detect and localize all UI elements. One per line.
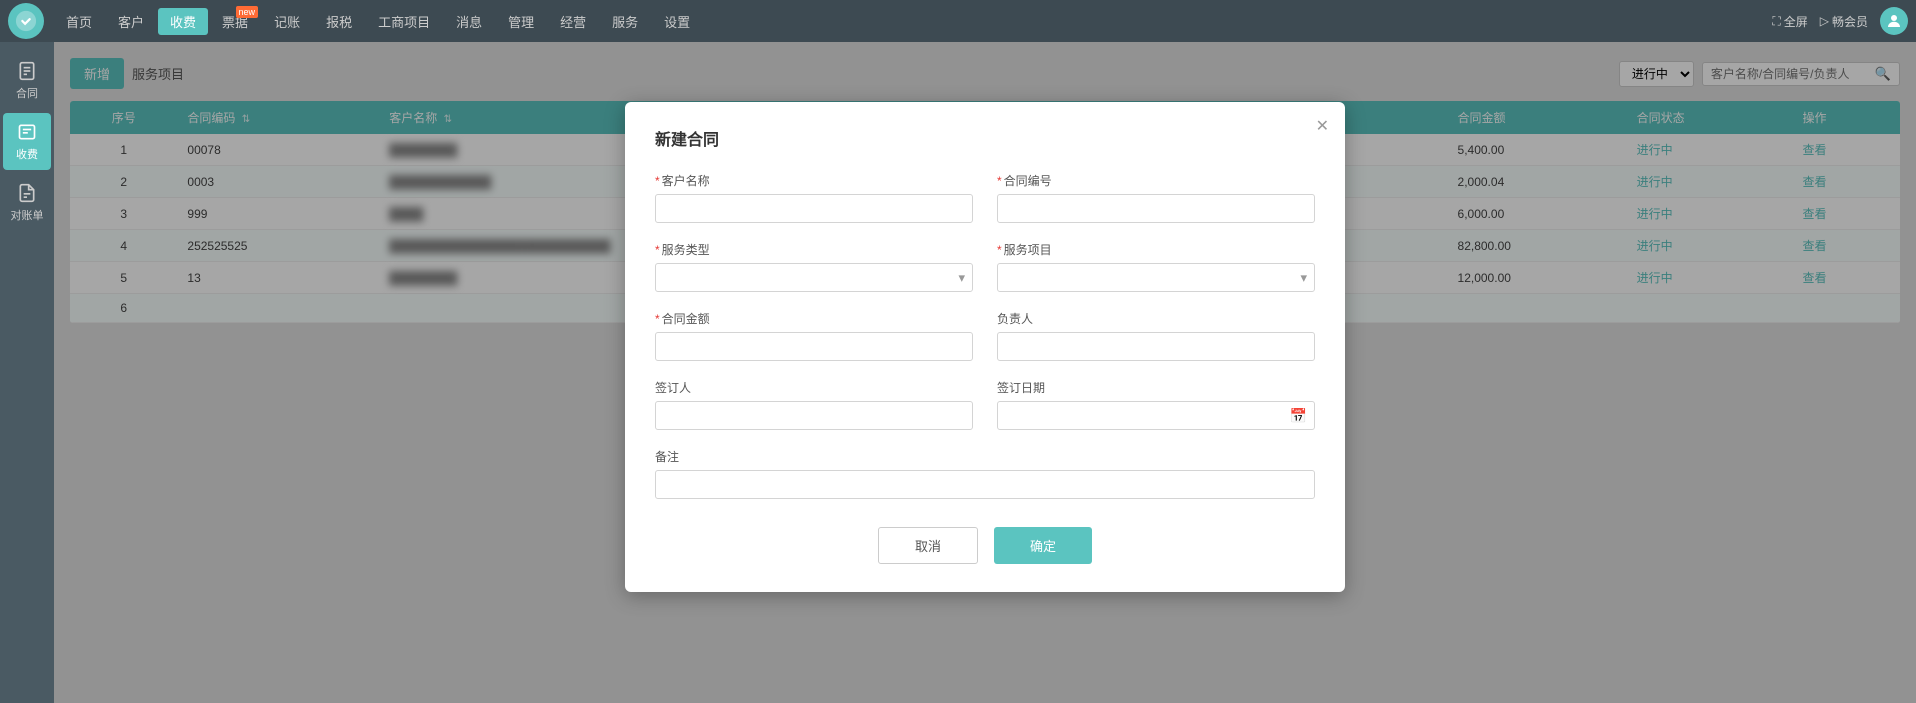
fullscreen-icon: ⛶ [1772, 14, 1780, 29]
sidebar: 合同 收费 对账单 [0, 42, 54, 703]
modal-overlay: 新建合同 ✕ * 客户名称 * 合同编号 [54, 42, 1916, 703]
form-row-1: * 客户名称 * 合同编号 [655, 172, 1315, 223]
nav-invoice[interactable]: 票据 new [210, 8, 260, 35]
top-navigation: 首页 客户 收费 票据 new 记账 报税 工商项目 消息 管理 经营 服务 设… [0, 0, 1916, 42]
new-contract-modal: 新建合同 ✕ * 客户名称 * 合同编号 [625, 102, 1345, 592]
nav-manage[interactable]: 管理 [496, 8, 546, 35]
amount-input[interactable]: 0.00 [655, 332, 973, 361]
nav-settings[interactable]: 设置 [652, 8, 702, 35]
avatar[interactable] [1880, 7, 1908, 35]
sidebar-label-contract: 合同 [16, 85, 38, 101]
remark-label: 备注 [655, 448, 1315, 465]
new-badge: new [236, 6, 259, 18]
main-layout: 合同 收费 对账单 [0, 42, 1916, 703]
confirm-button[interactable]: 确定 [994, 527, 1092, 564]
sidebar-item-billing[interactable]: 收费 [3, 113, 51, 170]
service-type-select[interactable] [655, 263, 973, 292]
nav-tax[interactable]: 报税 [314, 8, 364, 35]
nav-billing[interactable]: 收费 [158, 8, 208, 35]
play-icon: ▷ [1820, 14, 1829, 28]
service-type-group: * 服务类型 [655, 241, 973, 292]
sign-date-input[interactable]: 2023-06-06 [997, 401, 1315, 430]
person-input[interactable] [997, 332, 1315, 361]
form-row-3: * 合同金额 0.00 负责人 [655, 310, 1315, 361]
person-label: 负责人 [997, 310, 1315, 327]
nav-bookkeeping[interactable]: 记账 [262, 8, 312, 35]
contract-no-group: * 合同编号 [997, 172, 1315, 223]
signer-label: 签订人 [655, 379, 973, 396]
calendar-icon[interactable]: 📅 [1290, 407, 1307, 424]
sign-date-group: 签订日期 2023-06-06 📅 [997, 379, 1315, 430]
billing-icon [16, 121, 38, 143]
member-button[interactable]: ▷ 畅会员 [1820, 13, 1868, 30]
service-item-group: * 服务项目 [997, 241, 1315, 292]
nav-business[interactable]: 工商项目 [366, 8, 442, 35]
service-type-select-wrap [655, 263, 973, 292]
amount-label: * 合同金额 [655, 310, 973, 327]
content-area: 新增 服务项目 进行中 已终止 全部 🔍 序号 合同编码 ⇅ [54, 42, 1916, 703]
person-group: 负责人 [997, 310, 1315, 361]
signer-input[interactable] [655, 401, 973, 430]
sidebar-label-billing: 收费 [16, 146, 38, 162]
nav-operation[interactable]: 经营 [548, 8, 598, 35]
service-item-label: * 服务项目 [997, 241, 1315, 258]
modal-title: 新建合同 [655, 126, 1315, 150]
nav-customer[interactable]: 客户 [106, 8, 156, 35]
sign-date-wrap: 2023-06-06 📅 [997, 401, 1315, 430]
nav-home[interactable]: 首页 [54, 8, 104, 35]
modal-footer: 取消 确定 [655, 527, 1315, 564]
cancel-button[interactable]: 取消 [878, 527, 978, 564]
modal-close-button[interactable]: ✕ [1316, 116, 1329, 136]
remark-input[interactable] [655, 470, 1315, 499]
amount-group: * 合同金额 0.00 [655, 310, 973, 361]
sidebar-item-contract[interactable]: 合同 [3, 52, 51, 109]
contract-icon [16, 60, 38, 82]
sidebar-item-statement[interactable]: 对账单 [3, 174, 51, 231]
nav-service[interactable]: 服务 [600, 8, 650, 35]
statement-icon [16, 182, 38, 204]
contract-no-input[interactable] [997, 194, 1315, 223]
customer-name-label: * 客户名称 [655, 172, 973, 189]
sign-date-label: 签订日期 [997, 379, 1315, 396]
customer-name-group: * 客户名称 [655, 172, 973, 223]
form-row-2: * 服务类型 * 服务项目 [655, 241, 1315, 292]
sidebar-label-statement: 对账单 [11, 207, 44, 223]
fullscreen-button[interactable]: ⛶ 全屏 [1772, 13, 1807, 30]
remark-group: 备注 [655, 448, 1315, 499]
nav-right-actions: ⛶ 全屏 ▷ 畅会员 [1772, 7, 1908, 35]
nav-message[interactable]: 消息 [444, 8, 494, 35]
service-item-select[interactable] [997, 263, 1315, 292]
app-logo[interactable] [8, 3, 44, 39]
form-row-5: 备注 [655, 448, 1315, 499]
form-row-4: 签订人 签订日期 2023-06-06 📅 [655, 379, 1315, 430]
service-item-select-wrap [997, 263, 1315, 292]
signer-group: 签订人 [655, 379, 973, 430]
service-type-label: * 服务类型 [655, 241, 973, 258]
customer-name-input[interactable] [655, 194, 973, 223]
contract-no-label: * 合同编号 [997, 172, 1315, 189]
nav-menu: 首页 客户 收费 票据 new 记账 报税 工商项目 消息 管理 经营 服务 设… [54, 8, 1772, 35]
